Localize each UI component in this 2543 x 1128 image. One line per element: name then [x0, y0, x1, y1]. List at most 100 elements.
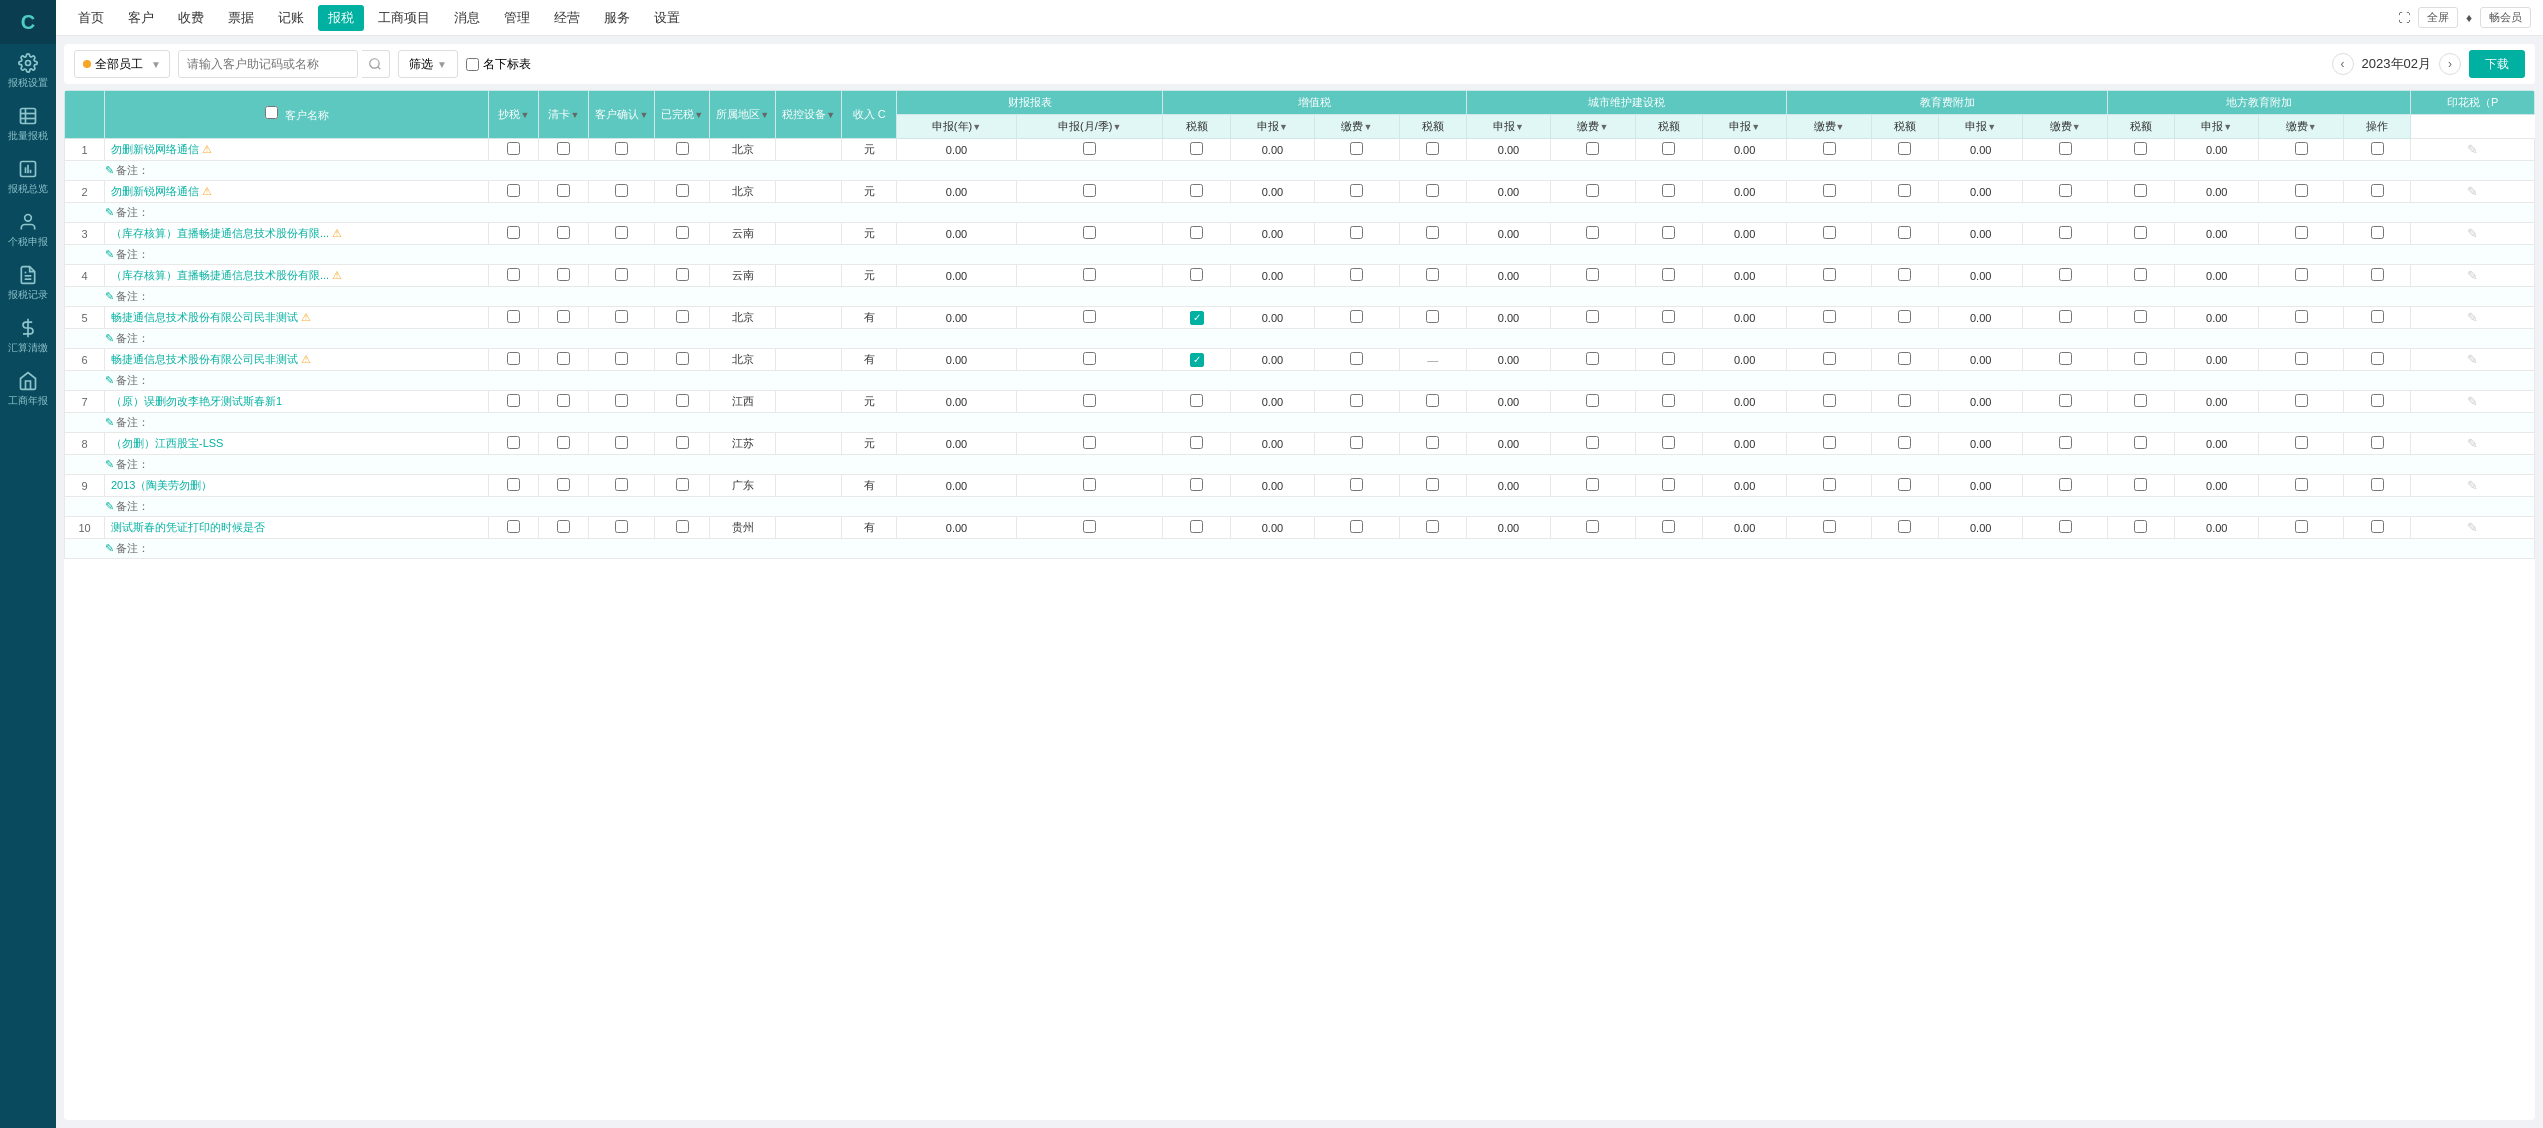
city-filing[interactable]: [1551, 139, 1635, 161]
client-confirm-checkbox[interactable]: [615, 268, 628, 281]
clear-card[interactable]: [539, 307, 589, 329]
th-client-confirm[interactable]: 客户确认▼: [589, 91, 655, 139]
nav-manage[interactable]: 管理: [494, 5, 540, 31]
paid-tax[interactable]: [655, 265, 710, 287]
vat-payment[interactable]: —: [1399, 349, 1466, 371]
operation[interactable]: ✎: [2411, 391, 2535, 413]
fullscreen-btn[interactable]: 全屏: [2418, 7, 2458, 28]
financial-monthly[interactable]: [1163, 391, 1230, 413]
paid-tax-checkbox[interactable]: [676, 268, 689, 281]
client-confirm-checkbox[interactable]: [615, 394, 628, 407]
vat-payment[interactable]: [1399, 517, 1466, 539]
copy-tax-checkbox[interactable]: [507, 436, 520, 449]
th-area[interactable]: 所属地区▼: [710, 91, 776, 139]
nav-tax[interactable]: 报税: [318, 5, 364, 31]
clear-card[interactable]: [539, 181, 589, 203]
vat-filing[interactable]: [1315, 223, 1399, 245]
stamp-payment[interactable]: [2343, 139, 2410, 161]
city-filing[interactable]: [1551, 349, 1635, 371]
edit-icon[interactable]: ✎: [2467, 184, 2478, 199]
edu-payment[interactable]: [1871, 433, 1938, 455]
th-stamp-payment[interactable]: 缴费▼: [2259, 115, 2343, 139]
paid-tax-checkbox[interactable]: [676, 520, 689, 533]
note-pencil-icon[interactable]: ✎: [105, 332, 114, 344]
nav-home[interactable]: 首页: [68, 5, 114, 31]
local-edu-filing[interactable]: [2023, 181, 2107, 203]
local-edu-payment[interactable]: [2107, 139, 2174, 161]
search-input[interactable]: [178, 50, 358, 78]
vat-filing[interactable]: [1315, 475, 1399, 497]
local-edu-filing[interactable]: [2023, 391, 2107, 413]
sidebar-item-tax-record[interactable]: 报税记录: [0, 256, 56, 309]
named-table-checkbox-label[interactable]: 名下标表: [466, 56, 531, 73]
copy-tax[interactable]: [489, 517, 539, 539]
edit-icon[interactable]: ✎: [2467, 268, 2478, 283]
client-name[interactable]: （库存核算）直播畅捷通信息技术股份有限...⚠: [105, 223, 489, 245]
edit-icon[interactable]: ✎: [2467, 352, 2478, 367]
edit-icon[interactable]: ✎: [2467, 310, 2478, 325]
th-local-payment[interactable]: 缴费▼: [2023, 115, 2107, 139]
th-vat-payment[interactable]: 缴费▼: [1315, 115, 1399, 139]
city-filing[interactable]: [1551, 223, 1635, 245]
prev-date-btn[interactable]: ‹: [2332, 53, 2354, 75]
edu-payment[interactable]: [1871, 517, 1938, 539]
city-payment[interactable]: [1635, 349, 1702, 371]
financial-annual[interactable]: [1016, 307, 1163, 329]
clear-card-checkbox[interactable]: [557, 226, 570, 239]
th-tax-device[interactable]: 税控设备▼: [776, 91, 842, 139]
copy-tax-checkbox[interactable]: [507, 142, 520, 155]
client-confirm-checkbox[interactable]: [615, 226, 628, 239]
sidebar-item-annual-settlement[interactable]: 汇算清缴: [0, 309, 56, 362]
local-edu-payment[interactable]: [2107, 517, 2174, 539]
financial-monthly[interactable]: [1163, 475, 1230, 497]
operation[interactable]: ✎: [2411, 349, 2535, 371]
operation[interactable]: ✎: [2411, 265, 2535, 287]
vat-filing[interactable]: [1315, 349, 1399, 371]
financial-monthly[interactable]: [1163, 223, 1230, 245]
nav-message[interactable]: 消息: [444, 5, 490, 31]
paid-tax-checkbox[interactable]: [676, 226, 689, 239]
vat-payment[interactable]: [1399, 181, 1466, 203]
copy-tax[interactable]: [489, 475, 539, 497]
stamp-filing[interactable]: [2259, 349, 2343, 371]
paid-tax[interactable]: [655, 475, 710, 497]
vat-filing[interactable]: [1315, 307, 1399, 329]
clear-card-checkbox[interactable]: [557, 142, 570, 155]
copy-tax-checkbox[interactable]: [507, 184, 520, 197]
th-annual-filing[interactable]: 申报(年)▼: [897, 115, 1017, 139]
stamp-filing[interactable]: [2259, 391, 2343, 413]
edit-icon[interactable]: ✎: [2467, 394, 2478, 409]
edu-filing[interactable]: [1787, 223, 1871, 245]
clear-card-checkbox[interactable]: [557, 436, 570, 449]
local-edu-payment[interactable]: [2107, 391, 2174, 413]
client-name[interactable]: 畅捷通信息技术股份有限公司民非测试⚠: [105, 349, 489, 371]
stamp-payment[interactable]: [2343, 307, 2410, 329]
edu-payment[interactable]: [1871, 349, 1938, 371]
copy-tax-checkbox[interactable]: [507, 226, 520, 239]
edit-icon[interactable]: ✎: [2467, 520, 2478, 535]
edu-payment[interactable]: [1871, 181, 1938, 203]
clear-card[interactable]: [539, 265, 589, 287]
client-name[interactable]: （勿删）江西股宝-LSS: [105, 433, 489, 455]
clear-card-checkbox[interactable]: [557, 394, 570, 407]
client-name[interactable]: 勿删新锐网络通信⚠: [105, 139, 489, 161]
city-payment[interactable]: [1635, 475, 1702, 497]
edu-filing[interactable]: [1787, 265, 1871, 287]
sidebar-item-batch-tax[interactable]: 批量报税: [0, 97, 56, 150]
note-pencil-icon[interactable]: ✎: [105, 500, 114, 512]
vat-filing[interactable]: [1315, 139, 1399, 161]
stamp-filing[interactable]: [2259, 307, 2343, 329]
copy-tax-checkbox[interactable]: [507, 268, 520, 281]
edu-payment[interactable]: [1871, 307, 1938, 329]
client-confirm-checkbox[interactable]: [615, 310, 628, 323]
financial-annual[interactable]: [1016, 517, 1163, 539]
clear-card[interactable]: [539, 223, 589, 245]
financial-monthly[interactable]: [1163, 265, 1230, 287]
paid-tax[interactable]: [655, 433, 710, 455]
copy-tax-checkbox[interactable]: [507, 478, 520, 491]
financial-annual[interactable]: [1016, 475, 1163, 497]
vat-payment[interactable]: [1399, 475, 1466, 497]
stamp-payment[interactable]: [2343, 475, 2410, 497]
vat-filing[interactable]: [1315, 433, 1399, 455]
local-edu-filing[interactable]: [2023, 307, 2107, 329]
